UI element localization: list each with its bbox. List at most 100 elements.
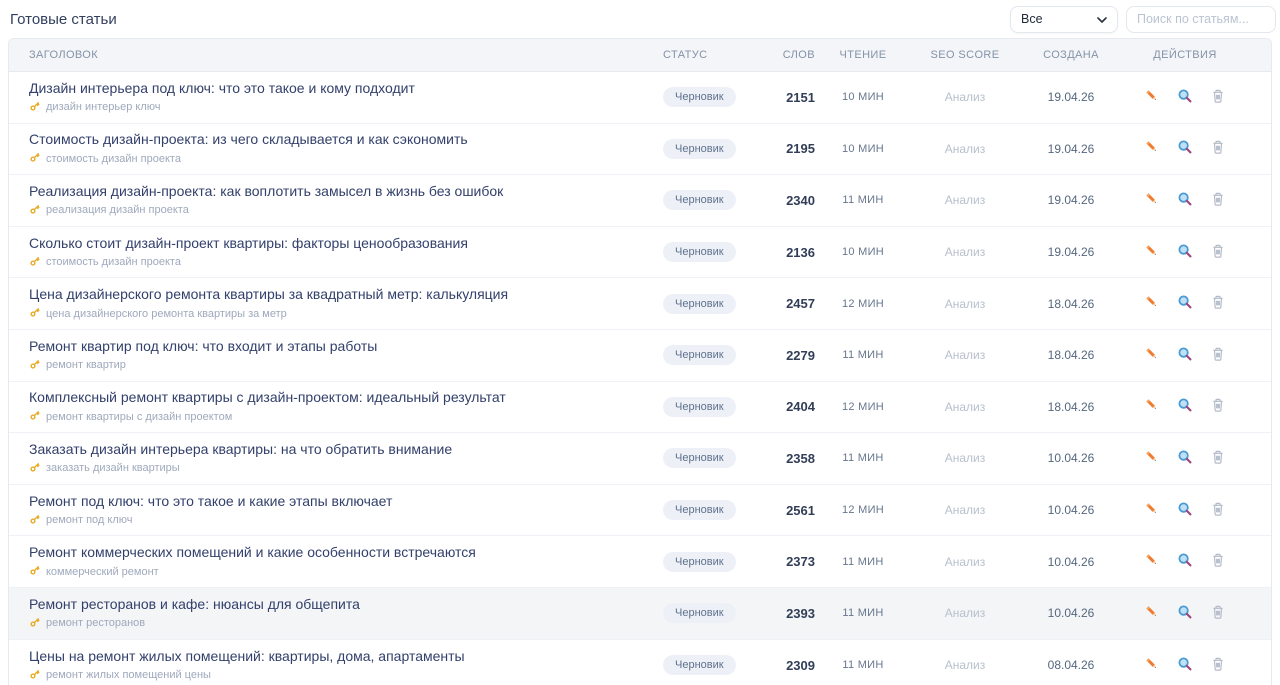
view-button[interactable] — [1175, 292, 1195, 315]
actions-cell — [1119, 137, 1251, 160]
trash-icon — [1210, 346, 1226, 365]
key-icon — [29, 616, 41, 631]
view-button[interactable] — [1175, 654, 1195, 677]
view-button[interactable] — [1175, 602, 1195, 625]
magnifier-icon — [1177, 397, 1193, 416]
word-count: 2373 — [786, 554, 815, 570]
created-date: 18.04.26 — [1047, 348, 1095, 363]
created-date: 18.04.26 — [1047, 296, 1095, 311]
actions-cell — [1119, 550, 1251, 573]
key-icon — [29, 513, 41, 528]
view-button[interactable] — [1175, 86, 1195, 109]
magnifier-icon — [1177, 449, 1193, 468]
trash-icon — [1210, 552, 1226, 571]
word-count: 2340 — [786, 192, 815, 208]
status-cell: Черновик — [663, 448, 767, 469]
delete-button[interactable] — [1208, 137, 1228, 160]
edit-button[interactable] — [1142, 241, 1162, 264]
reading-time: 10 мин — [841, 91, 885, 104]
actions-cell — [1119, 447, 1251, 470]
view-button[interactable] — [1175, 241, 1195, 264]
magnifier-icon — [1177, 294, 1193, 313]
edit-button[interactable] — [1142, 550, 1162, 573]
delete-button[interactable] — [1208, 654, 1228, 677]
edit-button[interactable] — [1142, 654, 1162, 677]
article-title[interactable]: Комплексный ремонт квартиры с дизайн-про… — [29, 389, 653, 405]
article-title[interactable]: Стоимость дизайн-проекта: из чего склады… — [29, 131, 653, 147]
edit-button[interactable] — [1142, 189, 1162, 212]
edit-button[interactable] — [1142, 86, 1162, 109]
delete-button[interactable] — [1208, 241, 1228, 264]
created-date: 10.04.26 — [1047, 606, 1095, 621]
delete-button[interactable] — [1208, 550, 1228, 573]
edit-button[interactable] — [1142, 137, 1162, 160]
edit-button[interactable] — [1142, 395, 1162, 418]
edit-button[interactable] — [1142, 447, 1162, 470]
filter-select[interactable]: Все — [1010, 5, 1118, 33]
view-button[interactable] — [1175, 550, 1195, 573]
delete-button[interactable] — [1208, 292, 1228, 315]
created-date: 08.04.26 — [1047, 658, 1095, 673]
delete-button[interactable] — [1208, 499, 1228, 522]
reading-time: 11 мин — [842, 194, 884, 207]
delete-button[interactable] — [1208, 86, 1228, 109]
trash-icon — [1210, 139, 1226, 158]
seo-score: Анализ — [944, 296, 986, 311]
view-button[interactable] — [1175, 137, 1195, 160]
toolbar-controls: Все — [1010, 5, 1276, 33]
topbar: Готовые статьи Все — [0, 2, 1280, 36]
article-title[interactable]: Ремонт квартир под ключ: что входит и эт… — [29, 338, 653, 354]
view-button[interactable] — [1175, 395, 1195, 418]
view-button[interactable] — [1175, 499, 1195, 522]
article-title[interactable]: Сколько стоит дизайн-проект квартиры: фа… — [29, 235, 653, 251]
edit-button[interactable] — [1142, 499, 1162, 522]
search-input[interactable] — [1126, 5, 1276, 33]
word-count: 2151 — [786, 89, 815, 105]
article-title[interactable]: Ремонт коммерческих помещений и какие ос… — [29, 544, 653, 560]
trash-icon — [1210, 604, 1226, 623]
pencil-icon — [1144, 346, 1160, 365]
key-icon — [29, 306, 41, 321]
created-date: 19.04.26 — [1047, 245, 1095, 260]
delete-button[interactable] — [1208, 189, 1228, 212]
view-button[interactable] — [1175, 344, 1195, 367]
column-header-actions: ДЕЙСТВИЯ — [1153, 49, 1217, 61]
article-title[interactable]: Дизайн интерьера под ключ: что это такое… — [29, 80, 653, 96]
article-title[interactable]: Ремонт под ключ: что это такое и какие э… — [29, 493, 653, 509]
article-keyword-label: ремонт под ключ — [46, 514, 133, 527]
article-title[interactable]: Ремонт ресторанов и кафе: нюансы для общ… — [29, 596, 653, 612]
word-count: 2561 — [786, 502, 815, 518]
view-button[interactable] — [1175, 447, 1195, 470]
article-title[interactable]: Цена дизайнерского ремонта квартиры за к… — [29, 286, 653, 302]
table-row: Сколько стоит дизайн-проект квартиры: фа… — [9, 226, 1271, 279]
reading-time: 11 мин — [842, 349, 884, 362]
seo-score: Анализ — [944, 503, 986, 518]
magnifier-icon — [1177, 501, 1193, 520]
status-badge: Черновик — [663, 242, 736, 263]
magnifier-icon — [1177, 552, 1193, 571]
delete-button[interactable] — [1208, 344, 1228, 367]
article-title[interactable]: Реализация дизайн-проекта: как воплотить… — [29, 183, 653, 199]
edit-button[interactable] — [1142, 602, 1162, 625]
delete-button[interactable] — [1208, 395, 1228, 418]
word-count: 2279 — [786, 347, 815, 363]
view-button[interactable] — [1175, 189, 1195, 212]
pencil-icon — [1144, 139, 1160, 158]
edit-button[interactable] — [1142, 292, 1162, 315]
trash-icon — [1210, 397, 1226, 416]
actions-cell — [1119, 189, 1251, 212]
title-cell: Комплексный ремонт квартиры с дизайн-про… — [29, 389, 663, 424]
title-cell: Дизайн интерьера под ключ: что это такое… — [29, 80, 663, 115]
article-title[interactable]: Заказать дизайн интерьера квартиры: на ч… — [29, 441, 653, 457]
title-cell: Ремонт квартир под ключ: что входит и эт… — [29, 338, 663, 373]
article-keyword-label: дизайн интерьер ключ — [46, 101, 161, 114]
delete-button[interactable] — [1208, 447, 1228, 470]
actions-cell — [1119, 499, 1251, 522]
delete-button[interactable] — [1208, 602, 1228, 625]
article-title[interactable]: Цены на ремонт жилых помещений: квартиры… — [29, 648, 653, 664]
pencil-icon — [1144, 397, 1160, 416]
magnifier-icon — [1177, 88, 1193, 107]
edit-button[interactable] — [1142, 344, 1162, 367]
key-icon — [29, 358, 41, 373]
seo-score: Анализ — [944, 245, 986, 260]
